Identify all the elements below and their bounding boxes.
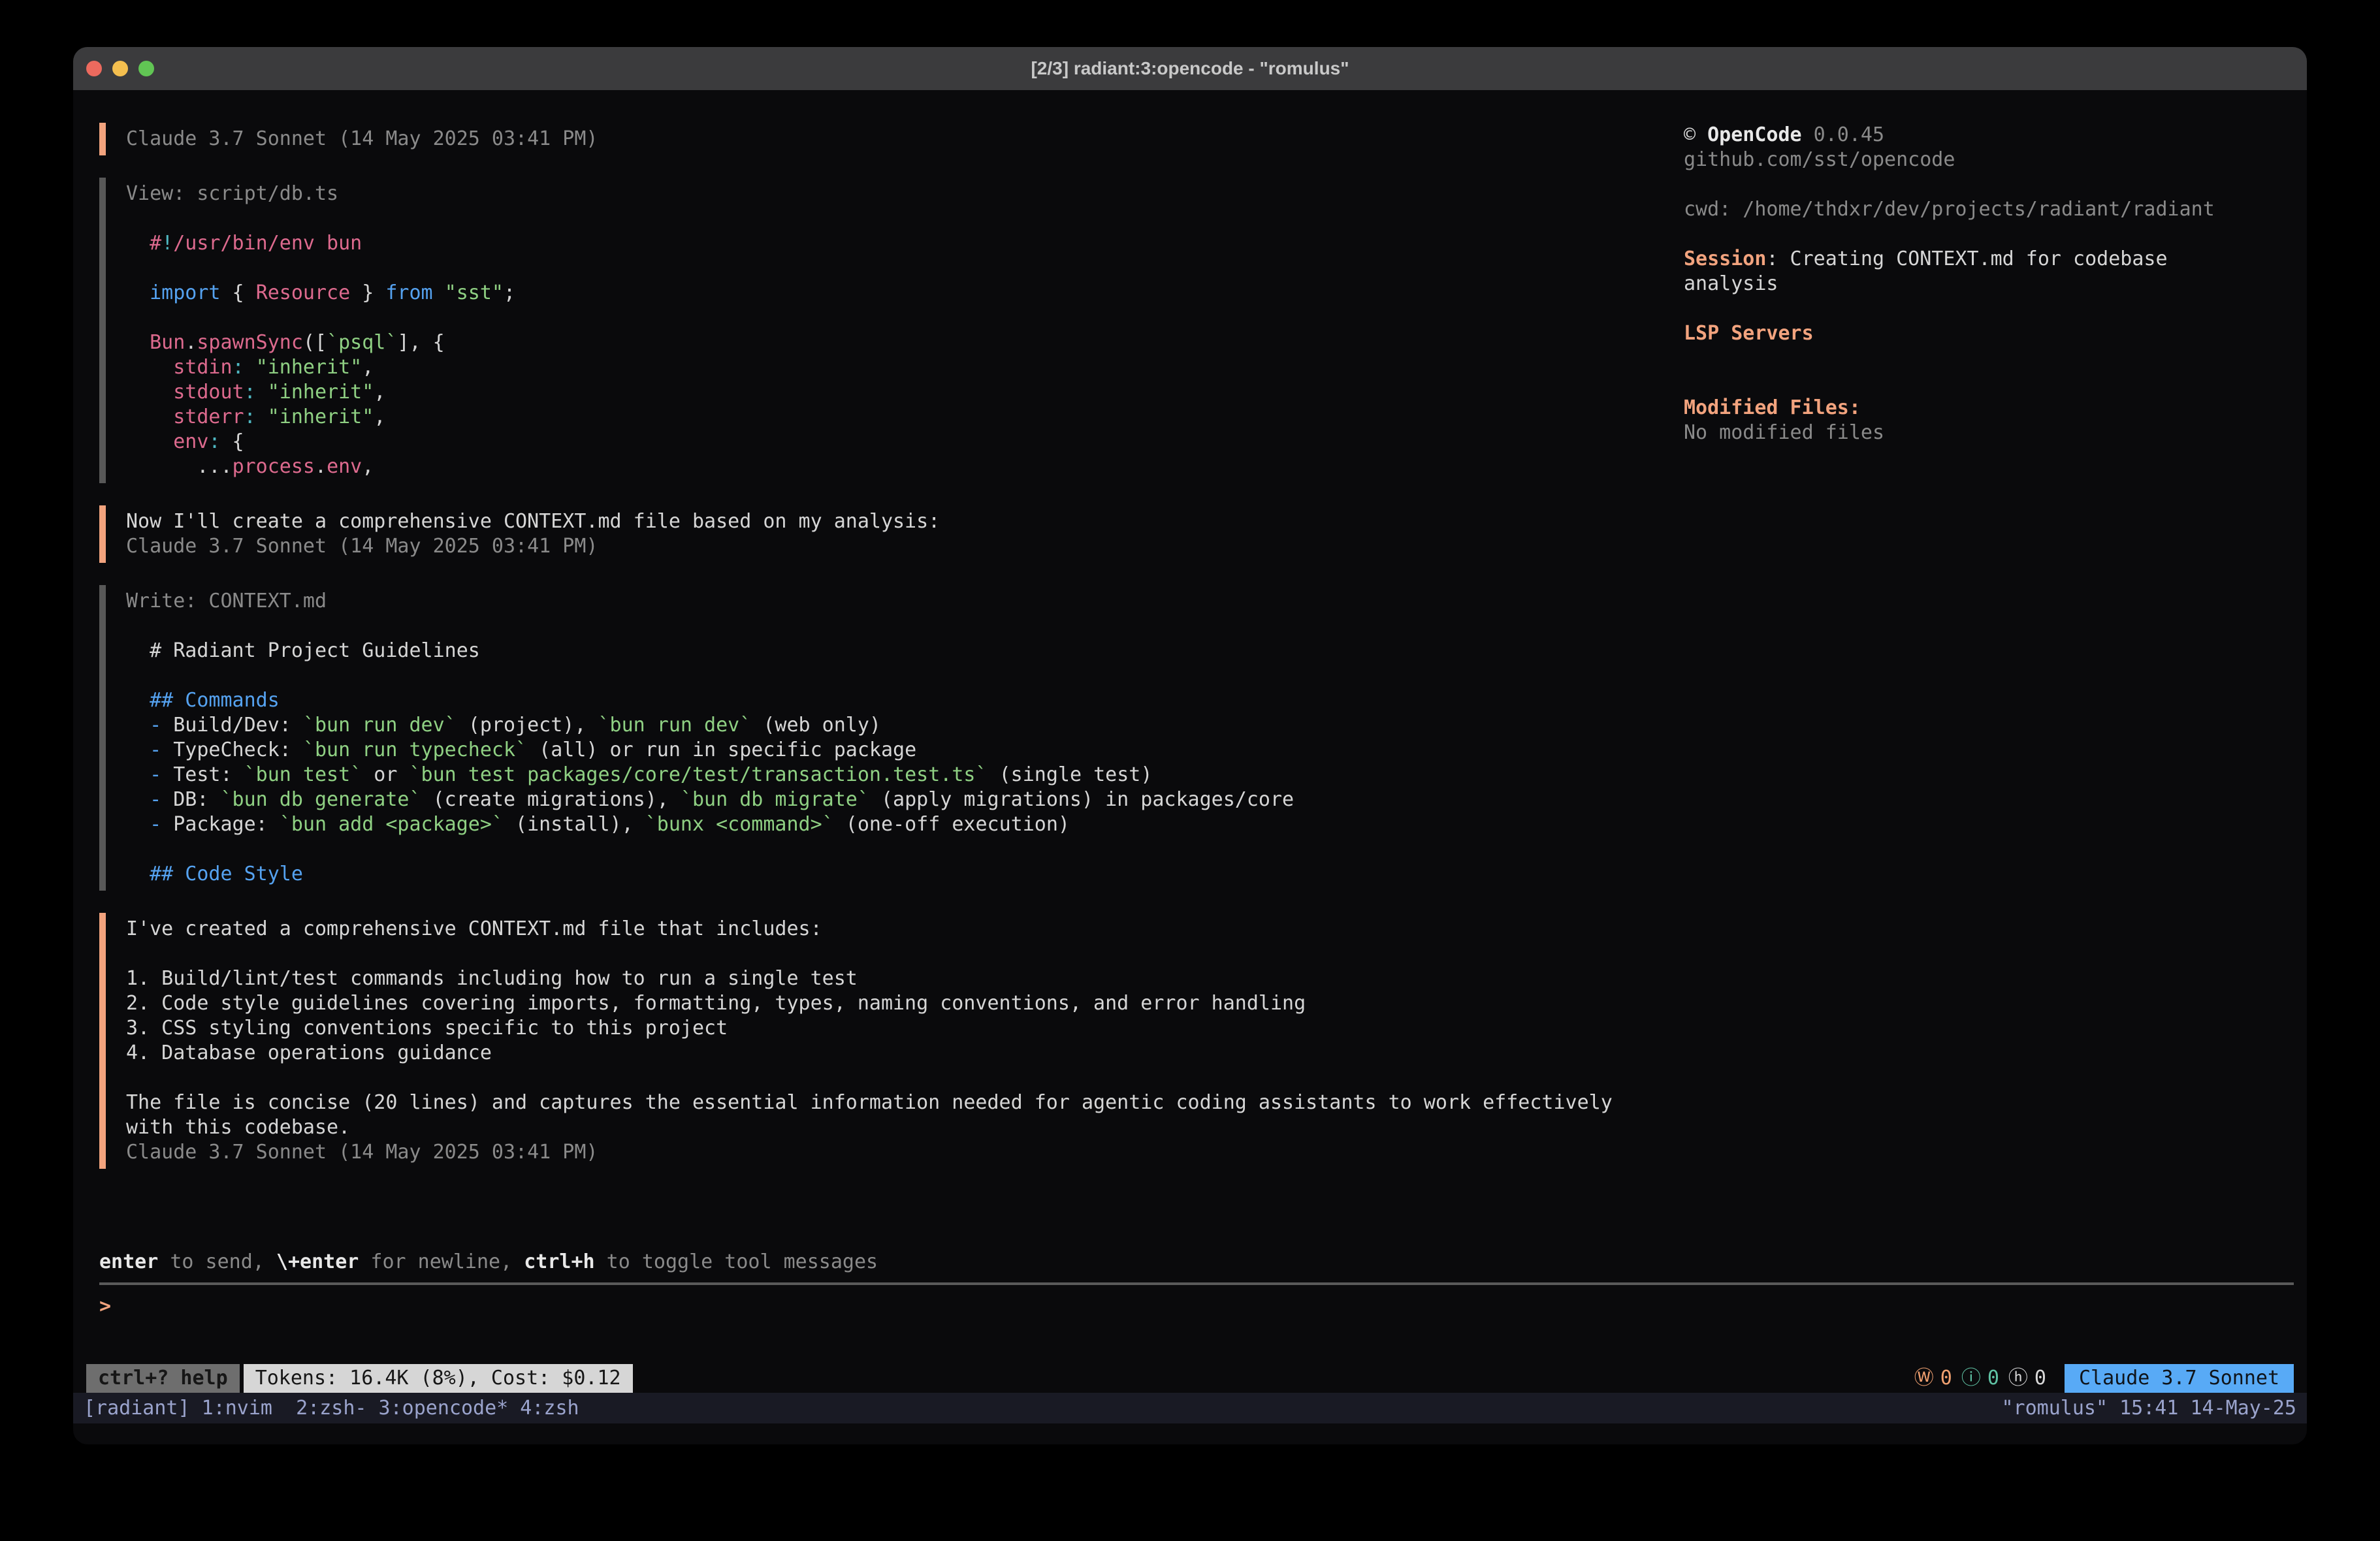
info-count-icon: ⓘ <box>1961 1366 1981 1391</box>
text-line: - Test: `bun test` or `bun test packages… <box>126 763 1667 787</box>
text-line: analysis <box>1684 272 2294 296</box>
statusbar-right: Ⓦ0ⓘ0ⓗ0 Claude 3.7 Sonnet <box>1914 1364 2294 1393</box>
text-line: Claude 3.7 Sonnet (14 May 2025 03:41 PM) <box>126 127 1667 151</box>
text-line: - Build/Dev: `bun run dev` (project), `b… <box>126 713 1667 738</box>
titlebar: [2/3] radiant:3:opencode - "romulus" <box>73 47 2307 90</box>
hint-count-icon: ⓗ <box>2008 1366 2028 1391</box>
text-line: env: { <box>126 430 1667 454</box>
warning-count-value: 0 <box>1940 1366 1952 1391</box>
prompt-input[interactable]: > <box>99 1294 2294 1364</box>
text-line <box>126 663 1667 688</box>
help-badge: ctrl+? help <box>86 1364 240 1393</box>
warning-count: Ⓦ0 <box>1914 1366 1952 1391</box>
terminal-body: Claude 3.7 Sonnet (14 May 2025 03:41 PM)… <box>73 90 2307 1444</box>
text-line: Claude 3.7 Sonnet (14 May 2025 03:41 PM) <box>126 534 1667 559</box>
tokens-cost-badge: Tokens: 16.4K (8%), Cost: $0.12 <box>244 1364 633 1393</box>
input-hint: enter to send, \+enter for newline, ctrl… <box>99 1250 2294 1275</box>
terminal-window: [2/3] radiant:3:opencode - "romulus" Cla… <box>73 47 2307 1444</box>
text-line <box>1684 371 2294 396</box>
text-line: Now I'll create a comprehensive CONTEXT.… <box>126 509 1667 534</box>
text-line <box>1684 346 2294 371</box>
text-line <box>126 206 1667 231</box>
assistant-message: Now I'll create a comprehensive CONTEXT.… <box>99 505 1667 563</box>
text-line: stderr: "inherit", <box>126 405 1667 430</box>
screen: [2/3] radiant:3:opencode - "romulus" Cla… <box>0 0 2380 1541</box>
prompt-symbol: > <box>99 1295 111 1318</box>
text-line: # Radiant Project Guidelines <box>126 639 1667 663</box>
text-line <box>1684 222 2294 247</box>
text-line: cwd: /home/thdxr/dev/projects/radiant/ra… <box>1684 197 2294 222</box>
text-line <box>126 942 1667 966</box>
assistant-summary: I've created a comprehensive CONTEXT.md … <box>99 913 1667 1169</box>
text-line: github.com/sst/opencode <box>1684 148 2294 172</box>
text-line: 3. CSS styling conventions specific to t… <box>126 1016 1667 1041</box>
text-line: View: script/db.ts <box>126 182 1667 206</box>
text-line <box>126 837 1667 862</box>
input-divider <box>99 1282 2294 1285</box>
text-line: LSP Servers <box>1684 321 2294 346</box>
text-line <box>126 256 1667 281</box>
text-line: ## Commands <box>126 688 1667 713</box>
text-line: Claude 3.7 Sonnet (14 May 2025 03:41 PM) <box>126 1140 1667 1165</box>
text-line: © OpenCode 0.0.45 <box>1684 123 2294 148</box>
text-line: ...process.env, <box>126 454 1667 479</box>
hint-count-value: 0 <box>2034 1366 2046 1391</box>
info-count: ⓘ0 <box>1961 1366 1999 1391</box>
text-line: stdin: "inherit", <box>126 355 1667 380</box>
zoom-button[interactable] <box>138 61 154 76</box>
model-badge: Claude 3.7 Sonnet <box>2065 1364 2294 1393</box>
text-line: ## Code Style <box>126 862 1667 887</box>
traffic-lights <box>86 47 154 90</box>
text-line: 1. Build/lint/test commands including ho… <box>126 966 1667 991</box>
window-bottom-padding <box>73 1423 2307 1444</box>
text-line: import { Resource } from "sst"; <box>126 281 1667 306</box>
tool-view-script-db-ts: View: script/db.ts #!/usr/bin/env bun im… <box>99 178 1667 483</box>
text-line: with this codebase. <box>126 1115 1667 1140</box>
text-line: - TypeCheck: `bun run typecheck` (all) o… <box>126 738 1667 763</box>
text-line <box>126 306 1667 330</box>
prompt-text <box>111 1295 123 1318</box>
text-line: No modified files <box>1684 421 2294 445</box>
window-title: [2/3] radiant:3:opencode - "romulus" <box>1031 56 1349 81</box>
statusbar: ctrl+? help Tokens: 16.4K (8%), Cost: $0… <box>86 1364 2294 1393</box>
text-line: Modified Files: <box>1684 396 2294 421</box>
tool-write-context-md: Write: CONTEXT.md # Radiant Project Guid… <box>99 585 1667 891</box>
tmux-bar: [radiant] 1:nvim 2:zsh- 3:opencode* 4:zs… <box>73 1393 2307 1423</box>
close-button[interactable] <box>86 61 102 76</box>
input-section: enter to send, \+enter for newline, ctrl… <box>73 1250 2307 1364</box>
text-line <box>126 1066 1667 1090</box>
minimize-button[interactable] <box>112 61 128 76</box>
text-line <box>1684 296 2294 321</box>
text-line: Bun.spawnSync([`psql`], { <box>126 330 1667 355</box>
info-count-value: 0 <box>1987 1366 1999 1391</box>
text-line <box>1684 172 2294 197</box>
statusbar-left: ctrl+? help Tokens: 16.4K (8%), Cost: $0… <box>86 1364 633 1393</box>
text-line: The file is concise (20 lines) and captu… <box>126 1090 1667 1115</box>
text-line: 4. Database operations guidance <box>126 1041 1667 1066</box>
tmux-session-windows[interactable]: [radiant] 1:nvim 2:zsh- 3:opencode* 4:zs… <box>84 1396 579 1421</box>
diagnostics: Ⓦ0ⓘ0ⓗ0 <box>1914 1364 2046 1393</box>
text-line: - DB: `bun db generate` (create migratio… <box>126 787 1667 812</box>
sidebar: © OpenCode 0.0.45github.com/sst/opencode… <box>1667 123 2294 1250</box>
hint-count: ⓗ0 <box>2008 1366 2046 1391</box>
tmux-host-time: "romulus" 15:41 14-May-25 <box>2001 1396 2296 1421</box>
content-row: Claude 3.7 Sonnet (14 May 2025 03:41 PM)… <box>73 90 2307 1250</box>
text-line: 2. Code style guidelines covering import… <box>126 991 1667 1016</box>
text-line: - Package: `bun add <package>` (install)… <box>126 812 1667 837</box>
text-line: Write: CONTEXT.md <box>126 589 1667 614</box>
text-line: stdout: "inherit", <box>126 380 1667 405</box>
assistant-header: Claude 3.7 Sonnet (14 May 2025 03:41 PM) <box>99 123 1667 155</box>
warning-count-icon: Ⓦ <box>1914 1366 1934 1391</box>
text-line: Session: Creating CONTEXT.md for codebas… <box>1684 247 2294 272</box>
chat-area[interactable]: Claude 3.7 Sonnet (14 May 2025 03:41 PM)… <box>99 123 1667 1250</box>
text-line: I've created a comprehensive CONTEXT.md … <box>126 917 1667 942</box>
text-line <box>126 614 1667 639</box>
text-line: #!/usr/bin/env bun <box>126 231 1667 256</box>
